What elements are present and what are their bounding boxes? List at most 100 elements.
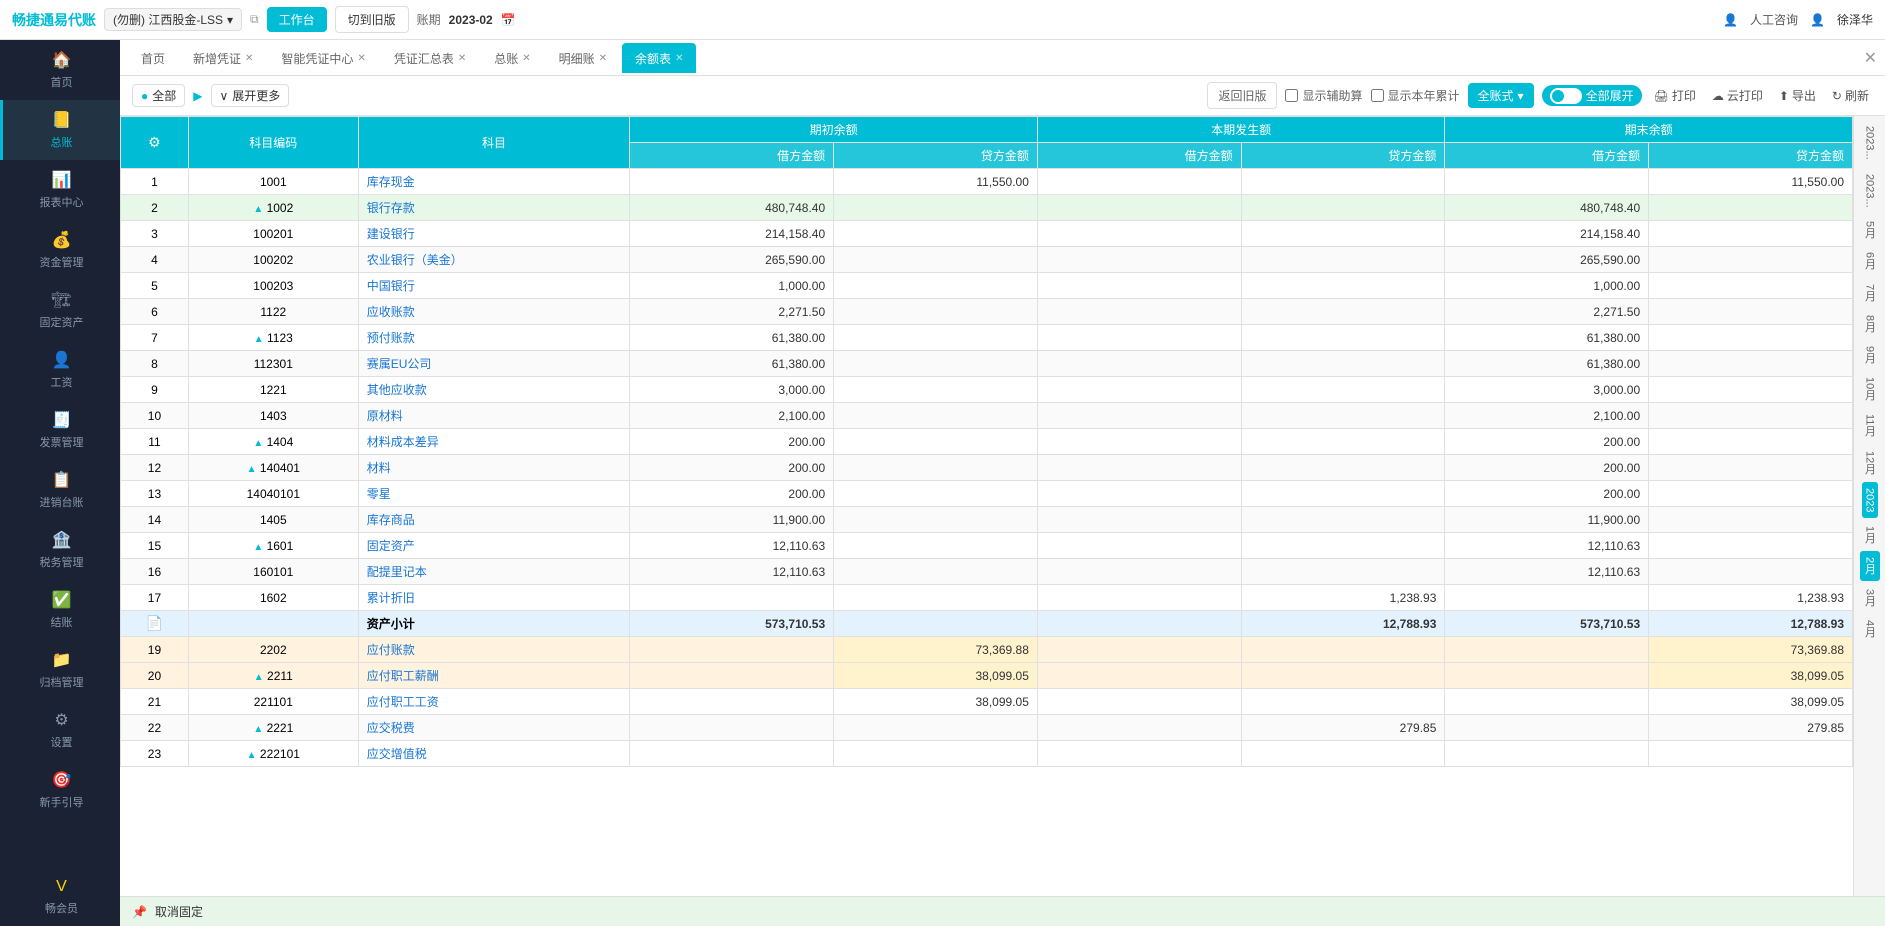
name-link[interactable]: 银行存款 bbox=[367, 201, 415, 215]
cloud-print-button[interactable]: ☁ 云打印 bbox=[1708, 85, 1767, 106]
return-old-version-button[interactable]: 返回旧版 bbox=[1207, 82, 1277, 109]
right-panel-jan[interactable]: 1月 bbox=[1860, 520, 1880, 549]
cell-name[interactable]: 库存商品 bbox=[358, 507, 630, 533]
name-link[interactable]: 库存商品 bbox=[367, 513, 415, 527]
table-row[interactable]: 7▲ 1123预付账款61,380.0061,380.00 bbox=[121, 325, 1853, 351]
cell-name[interactable]: 应付账款 bbox=[358, 637, 630, 663]
cell-name[interactable]: 预付账款 bbox=[358, 325, 630, 351]
name-link[interactable]: 应付职工工资 bbox=[367, 695, 439, 709]
workbench-button[interactable]: 工作台 bbox=[267, 7, 327, 32]
cell-name[interactable]: 应交增值税 bbox=[358, 741, 630, 767]
breadcrumb-all[interactable]: ● 全部 bbox=[132, 84, 185, 107]
table-row[interactable]: 5100203中国银行1,000.001,000.00 bbox=[121, 273, 1853, 299]
table-row[interactable]: 11▲ 1404材料成本差异200.00200.00 bbox=[121, 429, 1853, 455]
sidebar-item-archive[interactable]: 📁 归档管理 bbox=[0, 640, 120, 700]
tab-balance-close[interactable]: ✕ bbox=[675, 53, 683, 64]
table-row[interactable]: 61122应收账款2,271.502,271.50 bbox=[121, 299, 1853, 325]
consult-label[interactable]: 人工咨询 bbox=[1750, 11, 1798, 28]
name-link[interactable]: 应收账款 bbox=[367, 305, 415, 319]
cell-name[interactable]: 配提里记本 bbox=[358, 559, 630, 585]
right-panel-feb[interactable]: 2月 bbox=[1860, 551, 1880, 580]
name-link[interactable]: 配提里记本 bbox=[367, 565, 427, 579]
name-link[interactable]: 原材料 bbox=[367, 409, 403, 423]
table-row[interactable]: 192202应付账款73,369.8873,369.88 bbox=[121, 637, 1853, 663]
right-panel-jun[interactable]: 6月 bbox=[1860, 246, 1880, 275]
tab-ledger[interactable]: 总账 ✕ bbox=[481, 43, 543, 73]
name-link[interactable]: 材料成本差异 bbox=[367, 435, 439, 449]
cancel-pin-label[interactable]: 取消固定 bbox=[155, 903, 203, 920]
table-row[interactable]: 22▲ 2221应交税费279.85279.85 bbox=[121, 715, 1853, 741]
cell-name[interactable]: 中国银行 bbox=[358, 273, 630, 299]
show-year-checkbox-group[interactable]: 显示本年累计 bbox=[1371, 87, 1460, 104]
name-link[interactable]: 固定资产 bbox=[367, 539, 415, 553]
right-panel-apr[interactable]: 4月 bbox=[1860, 614, 1880, 643]
right-panel-2023c[interactable]: 2023 bbox=[1862, 482, 1878, 518]
sidebar-item-newbie[interactable]: 🎯 新手引导 bbox=[0, 760, 120, 820]
show-aux-checkbox-group[interactable]: 显示辅助算 bbox=[1285, 87, 1362, 104]
expand-all-toggle[interactable]: 全部展开 bbox=[1542, 85, 1642, 106]
name-link[interactable]: 应交税费 bbox=[367, 721, 415, 735]
cell-name[interactable]: 赛属EU公司 bbox=[358, 351, 630, 377]
right-panel-jul[interactable]: 7月 bbox=[1860, 278, 1880, 307]
cell-name[interactable]: 累计折旧 bbox=[358, 585, 630, 611]
name-link[interactable]: 中国银行 bbox=[367, 279, 415, 293]
table-row[interactable]: 20▲ 2211应付职工薪酬38,099.0538,099.05 bbox=[121, 663, 1853, 689]
cell-name[interactable]: 应付职工工资 bbox=[358, 689, 630, 715]
right-panel-2023b[interactable]: 2023... bbox=[1862, 168, 1878, 214]
right-panel-aug[interactable]: 8月 bbox=[1860, 309, 1880, 338]
switch-version-button[interactable]: 切到旧版 bbox=[335, 6, 409, 33]
sidebar-item-ledger[interactable]: 📒 总账 bbox=[0, 100, 120, 160]
cell-name[interactable]: 应交税费 bbox=[358, 715, 630, 741]
cell-name[interactable]: 其他应收款 bbox=[358, 377, 630, 403]
right-panel-2023a[interactable]: 2023... bbox=[1862, 120, 1878, 166]
table-row[interactable]: 91221其他应收款3,000.003,000.00 bbox=[121, 377, 1853, 403]
tab-ledger-close[interactable]: ✕ bbox=[522, 53, 530, 64]
name-link[interactable]: 应交增值税 bbox=[367, 747, 427, 761]
tab-smart-center[interactable]: 智能凭证中心 ✕ bbox=[268, 43, 378, 73]
refresh-button[interactable]: ↻ 刷新 bbox=[1828, 85, 1873, 106]
name-link[interactable]: 预付账款 bbox=[367, 331, 415, 345]
tab-detail-close[interactable]: ✕ bbox=[599, 53, 607, 64]
table-row[interactable]: 2▲ 1002银行存款480,748.40480,748.40 bbox=[121, 195, 1853, 221]
cell-name[interactable]: 资产小计 bbox=[358, 611, 630, 637]
export-button[interactable]: ⬆ 导出 bbox=[1775, 85, 1820, 106]
sidebar-item-payroll[interactable]: 👤 工资 bbox=[0, 340, 120, 400]
show-aux-checkbox[interactable] bbox=[1285, 89, 1298, 102]
calendar-icon[interactable]: 📅 bbox=[501, 13, 516, 27]
copy-icon[interactable]: ⧉ bbox=[250, 12, 259, 27]
cell-name[interactable]: 库存现金 bbox=[358, 169, 630, 195]
config-icon[interactable]: ⚙ bbox=[148, 134, 161, 150]
print-button[interactable]: 🖨 打印 bbox=[1650, 85, 1700, 106]
sidebar-item-settings[interactable]: ⚙ 设置 bbox=[0, 700, 120, 760]
table-row[interactable]: 8112301赛属EU公司61,380.0061,380.00 bbox=[121, 351, 1853, 377]
tab-detail[interactable]: 明细账 ✕ bbox=[546, 43, 620, 73]
right-panel-mar[interactable]: 3月 bbox=[1860, 583, 1880, 612]
table-row[interactable]: 15▲ 1601固定资产12,110.6312,110.63 bbox=[121, 533, 1853, 559]
cell-name[interactable]: 固定资产 bbox=[358, 533, 630, 559]
sidebar-item-tax[interactable]: 🏦 税务管理 bbox=[0, 520, 120, 580]
company-selector[interactable]: (勿删) 江西股金-LSS ▾ bbox=[104, 8, 242, 31]
expand-more-button[interactable]: ∨ 展开更多 bbox=[211, 84, 290, 107]
table-row[interactable]: 23▲ 222101应交增值税 bbox=[121, 741, 1853, 767]
tab-bar-close-button[interactable]: ✕ bbox=[1864, 48, 1877, 68]
cell-name[interactable]: 应收账款 bbox=[358, 299, 630, 325]
right-panel-nov[interactable]: 11月 bbox=[1860, 408, 1880, 442]
cell-name[interactable]: 农业银行（美金） bbox=[358, 247, 630, 273]
tab-new-voucher-close[interactable]: ✕ bbox=[245, 53, 253, 64]
cell-name[interactable]: 原材料 bbox=[358, 403, 630, 429]
table-row[interactable]: 11001库存现金11,550.0011,550.00 bbox=[121, 169, 1853, 195]
table-row[interactable]: 📄资产小计573,710.5312,788.93573,710.5312,788… bbox=[121, 611, 1853, 637]
cell-name[interactable]: 建设银行 bbox=[358, 221, 630, 247]
show-year-checkbox[interactable] bbox=[1371, 89, 1384, 102]
tab-voucher-summary[interactable]: 凭证汇总表 ✕ bbox=[381, 43, 479, 73]
name-link[interactable]: 库存现金 bbox=[367, 175, 415, 189]
table-row[interactable]: 3100201建设银行214,158.40214,158.40 bbox=[121, 221, 1853, 247]
name-link[interactable]: 应付账款 bbox=[367, 643, 415, 657]
table-row[interactable]: 1314040101零星200.00200.00 bbox=[121, 481, 1853, 507]
tab-new-voucher[interactable]: 新增凭证 ✕ bbox=[180, 43, 266, 73]
name-link[interactable]: 建设银行 bbox=[367, 227, 415, 241]
table-row[interactable]: 21221101应付职工工资38,099.0538,099.05 bbox=[121, 689, 1853, 715]
sidebar-item-sales[interactable]: 📋 进销台账 bbox=[0, 460, 120, 520]
right-panel-oct[interactable]: 10月 bbox=[1860, 371, 1880, 406]
table-row[interactable]: 101403原材料2,100.002,100.00 bbox=[121, 403, 1853, 429]
